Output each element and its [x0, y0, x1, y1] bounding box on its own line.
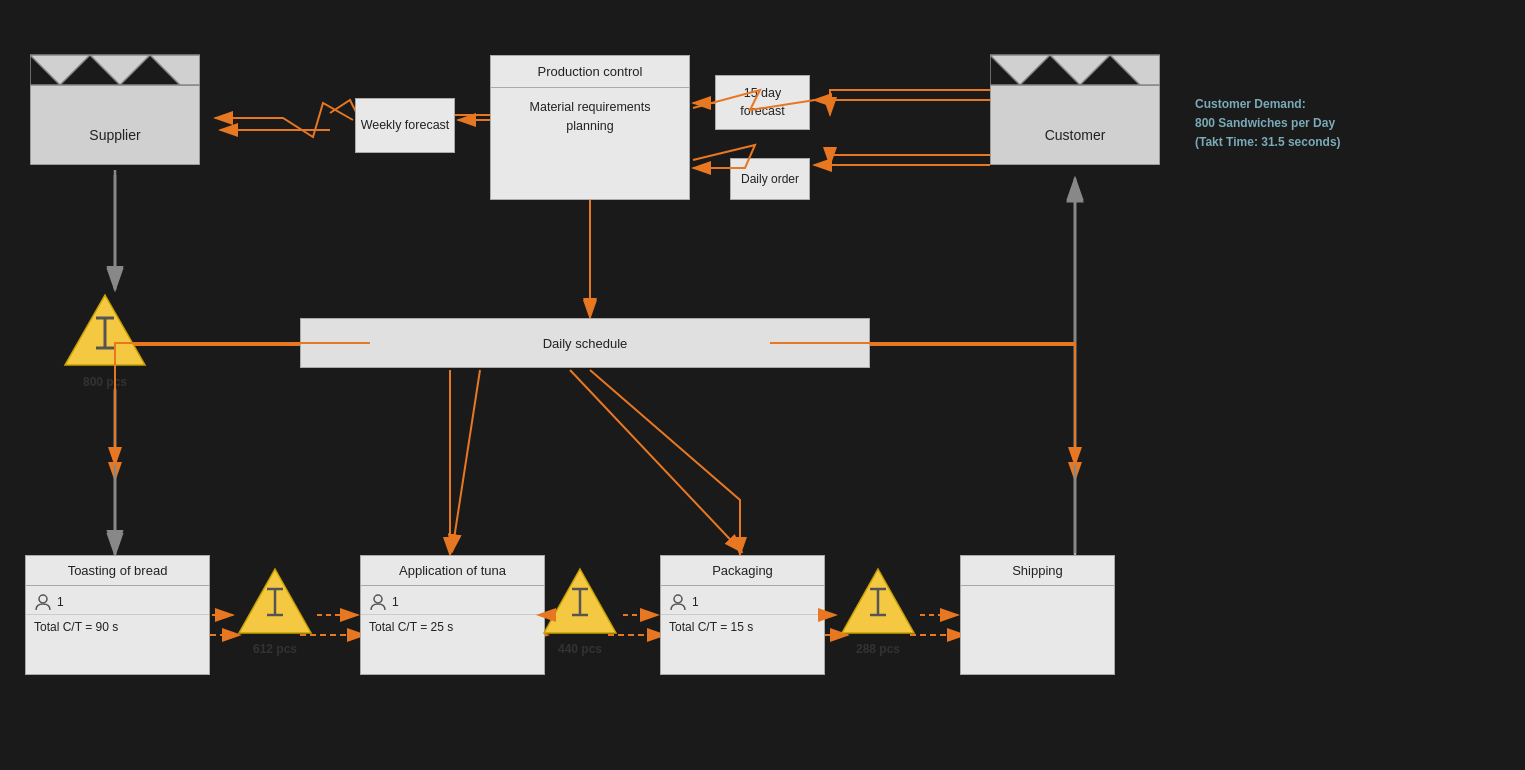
inventory-3: 288 pcs — [838, 565, 918, 656]
svg-marker-18 — [990, 55, 1160, 85]
svg-point-29 — [374, 595, 382, 603]
worker-icon-tuna — [369, 593, 387, 611]
production-control-title: Production control — [491, 56, 689, 88]
svg-marker-15 — [30, 55, 200, 85]
inventory-2: 440 pcs — [540, 565, 620, 656]
customer-demand: Customer Demand: 800 Sandwiches per Day … — [1195, 95, 1341, 153]
packaging-title: Packaging — [661, 556, 824, 586]
svg-text:Customer: Customer — [1045, 127, 1106, 143]
inventory-1: 612 pcs — [235, 565, 315, 656]
daily-order-box: Daily order — [730, 158, 810, 200]
supplier-factory: Supplier — [30, 35, 200, 165]
process-packaging: Packaging 1 Total C/T = 15 s — [660, 555, 825, 675]
forecast-15day-box: 15 dayforecast — [715, 75, 810, 130]
shipping-title: Shipping — [961, 556, 1114, 586]
production-control-box: Production control Material requirements… — [490, 55, 690, 200]
svg-rect-14 — [30, 85, 200, 165]
inventory-supplier: 800 pcs — [60, 290, 150, 389]
worker-icon-toasting — [34, 593, 52, 611]
weekly-forecast-box: Weekly forecast — [355, 98, 455, 153]
process-shipping: Shipping — [960, 555, 1115, 675]
svg-rect-17 — [990, 85, 1160, 165]
worker-icon-packaging — [669, 593, 687, 611]
toasting-title: Toasting of bread — [26, 556, 209, 586]
production-control-subtitle: Material requirementsplanning — [491, 88, 689, 146]
process-tuna: Application of tuna 1 Total C/T = 25 s — [360, 555, 545, 675]
daily-schedule-bar: Daily schedule — [300, 318, 870, 368]
process-toasting: Toasting of bread 1 Total C/T = 90 s — [25, 555, 210, 675]
tuna-title: Application of tuna — [361, 556, 544, 586]
svg-point-34 — [674, 595, 682, 603]
customer-factory: Customer — [990, 35, 1160, 165]
svg-text:Supplier: Supplier — [89, 127, 141, 143]
svg-point-24 — [39, 595, 47, 603]
